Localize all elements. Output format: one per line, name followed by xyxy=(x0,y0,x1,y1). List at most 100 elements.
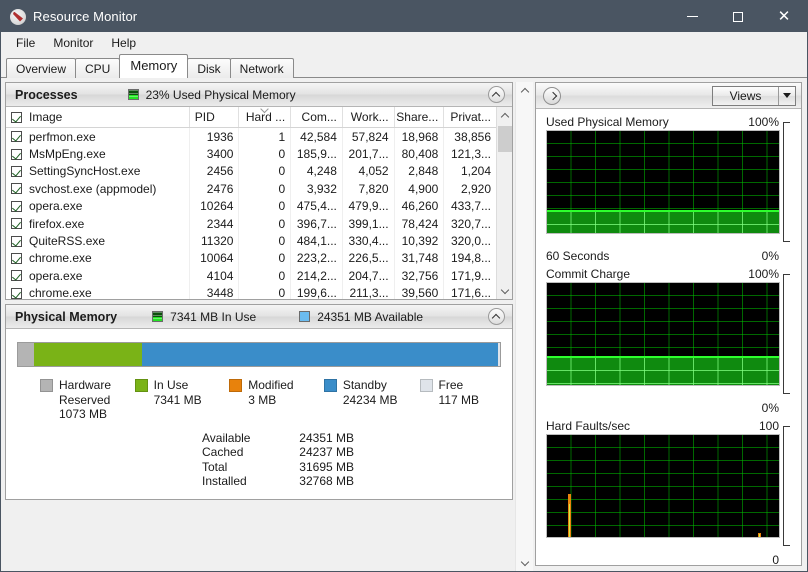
column-header-private[interactable]: Privat... xyxy=(444,107,496,127)
cell-hard: 0 xyxy=(239,232,292,250)
cell-working: 57,824 xyxy=(343,128,395,146)
legend-item: In Use 7341 MB xyxy=(134,378,208,422)
views-dropdown[interactable]: Views xyxy=(712,85,796,106)
processes-table-header: Image PID Hard ... Com... Work... Share.… xyxy=(6,107,496,128)
cell-shareable: 2,848 xyxy=(395,162,445,181)
table-row[interactable]: opera.exe 4104 0 214,2... 204,7... 32,756 171,… xyxy=(6,267,496,285)
process-name: opera.exe xyxy=(29,268,83,283)
legend-swatch-icon xyxy=(134,379,148,392)
maximize-button[interactable] xyxy=(715,1,761,32)
row-checkbox[interactable] xyxy=(11,287,22,299)
row-checkbox[interactable] xyxy=(11,270,22,282)
row-checkbox[interactable] xyxy=(11,148,22,160)
table-row[interactable]: QuiteRSS.exe 11320 0 484,1... 330,4... 10,392… xyxy=(6,232,496,250)
tab-cpu[interactable]: CPU xyxy=(75,58,121,78)
column-header-hard-faults[interactable]: Hard ... xyxy=(239,107,292,127)
cell-pid: 2344 xyxy=(190,214,240,233)
menu-monitor[interactable]: Monitor xyxy=(44,34,102,52)
legend-value: 117 MB xyxy=(438,392,479,407)
cell-commit: 484,1... xyxy=(291,232,343,250)
table-row[interactable]: perfmon.exe 1936 1 42,584 57,824 18,968 38,856 xyxy=(6,128,496,146)
cell-image: svchost.exe (appmodel) xyxy=(6,180,190,198)
processes-scroll-track[interactable] xyxy=(496,124,512,282)
processes-scrollbar[interactable] xyxy=(496,107,512,299)
cell-working: 201,7... xyxy=(343,145,395,163)
minimize-button[interactable] xyxy=(669,1,715,32)
cell-shareable: 4,900 xyxy=(395,180,445,198)
cell-pid: 11320 xyxy=(190,232,240,250)
title-bar: Resource Monitor ✕ xyxy=(1,1,807,32)
close-button[interactable]: ✕ xyxy=(761,1,807,32)
left-pane-scroll-track[interactable] xyxy=(515,99,533,554)
content-area: Processes 23% Used Physical Memory Image xyxy=(1,78,807,571)
available-stat: 24351 MB Available xyxy=(299,310,423,324)
cell-hard: 0 xyxy=(239,249,292,268)
column-header-image[interactable]: Image xyxy=(6,107,190,127)
processes-scroll-thumb[interactable] xyxy=(497,126,512,152)
processes-panel-header[interactable]: Processes 23% Used Physical Memory xyxy=(6,83,512,107)
graph-plot-area xyxy=(546,434,780,538)
cell-commit: 475,4... xyxy=(291,197,343,215)
legend-value: 3 MB xyxy=(248,392,277,407)
processes-table-body: perfmon.exe 1936 1 42,584 57,824 18,968 38,856… xyxy=(6,128,496,299)
row-checkbox[interactable] xyxy=(11,165,22,177)
legend-value: 24234 MB xyxy=(342,392,398,407)
physical-memory-collapse-button[interactable] xyxy=(488,308,505,325)
tab-overview[interactable]: Overview xyxy=(6,58,77,78)
cell-commit: 396,7... xyxy=(291,214,343,233)
graph-axis-bracket xyxy=(783,267,792,401)
tab-disk[interactable]: Disk xyxy=(187,58,231,78)
cell-private: 320,0... xyxy=(450,234,491,249)
cell-working: 7,820 xyxy=(343,180,395,198)
table-row[interactable]: opera.exe 10264 0 475,4... 479,9... 46,260 433… xyxy=(6,197,496,215)
column-header-pid[interactable]: PID xyxy=(190,107,240,127)
left-pane-scroll-down-button[interactable] xyxy=(515,554,533,571)
row-checkbox[interactable] xyxy=(11,252,22,264)
physical-memory-panel-header[interactable]: Physical Memory 7341 MB In Use 24351 MB … xyxy=(6,305,512,329)
left-pane-scrollbar[interactable] xyxy=(515,82,533,571)
graph-bottom-labels: 60 Seconds 0% xyxy=(546,249,792,264)
table-row[interactable]: chrome.exe 3448 0 199,6... 211,3... 39,560 171… xyxy=(6,284,496,299)
legend-name: Modified xyxy=(248,378,294,392)
row-checkbox[interactable] xyxy=(11,183,22,195)
cell-working: 399,1... xyxy=(343,214,395,233)
cell-shareable: 78,424 xyxy=(395,214,445,233)
menu-help[interactable]: Help xyxy=(102,34,145,52)
row-checkbox[interactable] xyxy=(11,200,22,212)
table-row[interactable]: SettingSyncHost.exe 2456 0 4,248 4,052 2,848 1… xyxy=(6,162,496,181)
cell-commit: 4,248 xyxy=(291,162,343,181)
summary-value: 32768 MB xyxy=(299,474,354,488)
views-dropdown-arrow[interactable] xyxy=(778,86,795,105)
processes-scroll-up-button[interactable] xyxy=(496,107,512,124)
summary-key: Cached xyxy=(202,445,244,459)
cell-hard: 0 xyxy=(239,162,292,181)
table-row[interactable]: firefox.exe 2344 0 396,7... 399,1... 78,424 32… xyxy=(6,214,496,233)
cell-pid: 2456 xyxy=(190,162,240,181)
cell-image: MsMpEng.exe xyxy=(6,145,190,163)
process-name: QuiteRSS.exe xyxy=(29,234,106,249)
expand-graph-pane-button[interactable] xyxy=(543,86,561,105)
left-pane-scroll-up-button[interactable] xyxy=(515,82,533,99)
column-header-shareable[interactable]: Share... xyxy=(395,107,445,127)
row-checkbox[interactable] xyxy=(11,235,22,247)
graph-spike-core xyxy=(759,533,761,537)
cell-shareable: 31,748 xyxy=(395,249,445,268)
row-checkbox[interactable] xyxy=(11,218,22,230)
column-header-working-set[interactable]: Work... xyxy=(343,107,395,127)
column-header-commit[interactable]: Com... xyxy=(291,107,343,127)
table-row[interactable]: chrome.exe 10064 0 223,2... 226,5... 31,748 19… xyxy=(6,249,496,268)
tab-memory[interactable]: Memory xyxy=(119,54,189,78)
processes-scroll-down-button[interactable] xyxy=(496,282,512,299)
memory-segment-free xyxy=(498,343,500,366)
table-row[interactable]: svchost.exe (appmodel) 2476 0 3,932 7,820 4,9… xyxy=(6,180,496,198)
tab-network[interactable]: Network xyxy=(229,58,294,78)
table-row[interactable]: MsMpEng.exe 3400 0 185,9... 201,7... 80,408 12… xyxy=(6,145,496,163)
row-checkbox[interactable] xyxy=(11,131,22,143)
process-name: SettingSyncHost.exe xyxy=(29,164,141,179)
menu-file[interactable]: File xyxy=(7,34,44,52)
processes-collapse-button[interactable] xyxy=(488,86,505,103)
resource-monitor-window: Resource Monitor ✕ File Monitor Help Ove… xyxy=(0,0,808,572)
memory-segment-standby xyxy=(141,343,499,366)
cell-private: 1,204 xyxy=(460,164,491,179)
select-all-checkbox[interactable] xyxy=(11,111,22,123)
